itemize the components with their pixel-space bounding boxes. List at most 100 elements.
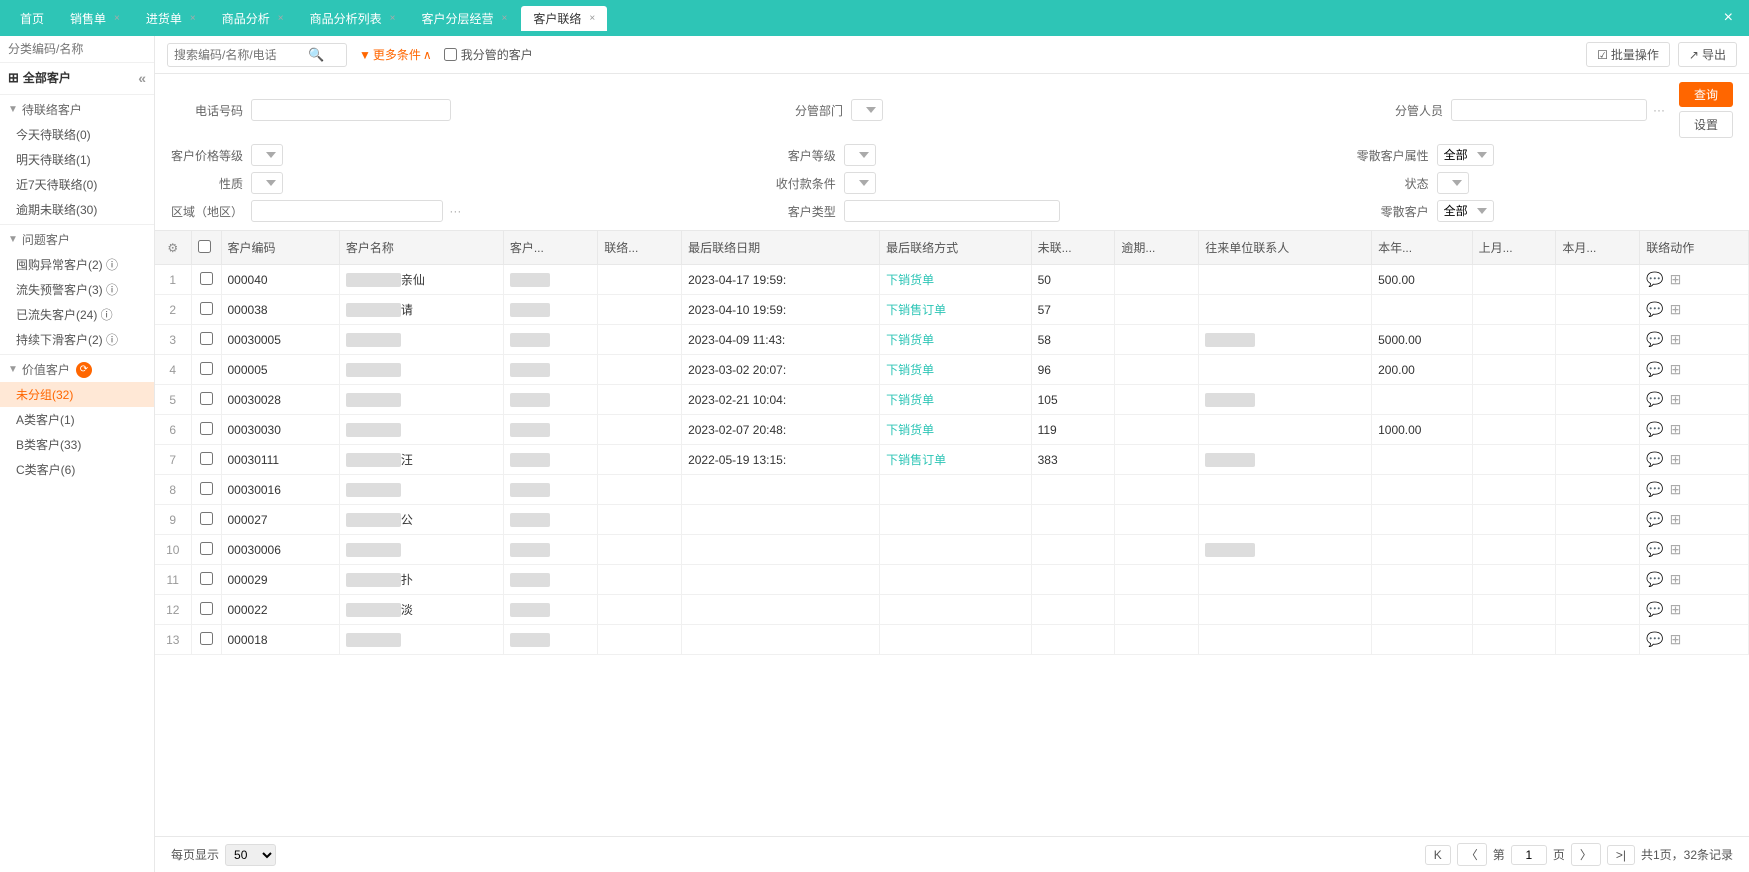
filter-region-more[interactable]: ··· [443, 204, 467, 218]
tab-home[interactable]: 首页 [8, 6, 56, 31]
filter-status-select[interactable] [1437, 172, 1469, 194]
tab-customer-tier-close[interactable]: × [501, 13, 507, 24]
sidebar-item-today[interactable]: 今天待联络(0) [0, 122, 154, 147]
action-grid-icon[interactable]: ⊞ [1670, 481, 1682, 498]
col-this-year[interactable]: 本年... [1372, 231, 1473, 265]
sidebar-item-class-a[interactable]: A类客户(1) [0, 407, 154, 432]
row-checkbox[interactable] [200, 392, 213, 405]
action-grid-icon[interactable]: ⊞ [1670, 451, 1682, 468]
filter-my-customers-checkbox[interactable] [444, 48, 457, 61]
sidebar-item-churned[interactable]: 已流失客户(24) ⓘ [0, 302, 154, 327]
row-last-way-link[interactable]: 下销货单 [886, 363, 934, 377]
col-name[interactable]: 客户名称 [339, 231, 503, 265]
row-last-way-link[interactable]: 下销售订单 [886, 453, 946, 467]
sidebar-item-churn-warn[interactable]: 流失预警客户(3) ⓘ [0, 277, 154, 302]
row-checkbox[interactable] [200, 602, 213, 615]
col-contact[interactable]: 联络... [598, 231, 682, 265]
action-chat-icon[interactable]: 💬 [1646, 421, 1663, 438]
row-checkbox[interactable] [200, 482, 213, 495]
col-gear[interactable]: ⚙ [155, 231, 191, 265]
action-grid-icon[interactable]: ⊞ [1670, 301, 1682, 318]
col-last-date[interactable]: 最后联络日期 [682, 231, 880, 265]
action-chat-icon[interactable]: 💬 [1646, 541, 1663, 558]
query-btn[interactable]: 查询 [1679, 82, 1733, 107]
sidebar-group-value[interactable]: ▼ 价值客户 ⟳ [0, 357, 154, 382]
row-checkbox[interactable] [200, 452, 213, 465]
last-page-btn[interactable]: >| [1607, 845, 1635, 865]
sidebar-search-input[interactable] [8, 42, 155, 56]
filter-customer-level-select[interactable] [844, 144, 876, 166]
sidebar-all-customers[interactable]: ⊞ 全部客户 « [0, 63, 154, 92]
tab-customer-contact[interactable]: 客户联络 × [521, 6, 607, 31]
tab-customer-contact-close[interactable]: × [589, 13, 595, 24]
col-this-month[interactable]: 本月... [1556, 231, 1640, 265]
row-checkbox[interactable] [200, 422, 213, 435]
action-chat-icon[interactable]: 💬 [1646, 301, 1663, 318]
action-chat-icon[interactable]: 💬 [1646, 511, 1663, 528]
sidebar-item-declining[interactable]: 持续下滑客户(2) ⓘ [0, 327, 154, 352]
row-last-way-link[interactable]: 下销货单 [886, 393, 934, 407]
row-last-way-link[interactable]: 下销货单 [886, 423, 934, 437]
action-chat-icon[interactable]: 💬 [1646, 481, 1663, 498]
tab-product-analysis-close[interactable]: × [278, 13, 284, 24]
sidebar-item-class-b[interactable]: B类客户(33) [0, 432, 154, 457]
sidebar-item-ungrouped[interactable]: 未分组(32) [0, 382, 154, 407]
filter-more-conditions[interactable]: ▼ 更多条件 ∧ [359, 46, 432, 63]
row-checkbox[interactable] [200, 302, 213, 315]
action-chat-icon[interactable]: 💬 [1646, 331, 1663, 348]
action-grid-icon[interactable]: ⊞ [1670, 421, 1682, 438]
sidebar-group-pending[interactable]: ▼ 待联络客户 [0, 97, 154, 122]
filter-nature-select[interactable] [251, 172, 283, 194]
sidebar-item-7days[interactable]: 近7天待联络(0) [0, 172, 154, 197]
action-chat-icon[interactable]: 💬 [1646, 271, 1663, 288]
action-grid-icon[interactable]: ⊞ [1670, 571, 1682, 588]
filter-payment-select[interactable] [844, 172, 876, 194]
filter-search-input[interactable] [174, 48, 304, 62]
row-last-way-link[interactable]: 下销货单 [886, 333, 934, 347]
tab-product-list[interactable]: 商品分析列表 × [298, 6, 408, 31]
action-grid-icon[interactable]: ⊞ [1670, 361, 1682, 378]
sidebar-item-class-c[interactable]: C类客户(6) [0, 457, 154, 482]
row-checkbox[interactable] [200, 572, 213, 585]
tab-product-analysis[interactable]: 商品分析 × [210, 6, 296, 31]
value-refresh-badge[interactable]: ⟳ [76, 362, 92, 378]
action-chat-icon[interactable]: 💬 [1646, 391, 1663, 408]
action-chat-icon[interactable]: 💬 [1646, 361, 1663, 378]
action-chat-icon[interactable]: 💬 [1646, 451, 1663, 468]
filter-search-icon[interactable]: 🔍 [308, 47, 324, 63]
action-grid-icon[interactable]: ⊞ [1670, 511, 1682, 528]
filter-phone-input[interactable] [251, 99, 451, 121]
row-checkbox[interactable] [200, 542, 213, 555]
tab-customer-tier[interactable]: 客户分层经营 × [409, 6, 519, 31]
col-partner[interactable]: 往来单位联系人 [1199, 231, 1372, 265]
filter-dept-select[interactable] [851, 99, 883, 121]
sidebar-item-tomorrow[interactable]: 明天待联络(1) [0, 147, 154, 172]
row-checkbox[interactable] [200, 632, 213, 645]
sidebar-group-problem[interactable]: ▼ 问题客户 [0, 227, 154, 252]
filter-manager-input[interactable] [1451, 99, 1647, 121]
row-last-way-link[interactable]: 下销售订单 [886, 303, 946, 317]
select-all-checkbox[interactable] [198, 240, 211, 253]
action-chat-icon[interactable]: 💬 [1646, 631, 1663, 648]
prev-page-btn[interactable]: 〈 [1457, 843, 1487, 866]
filter-region-input[interactable] [251, 200, 443, 222]
action-grid-icon[interactable]: ⊞ [1670, 331, 1682, 348]
col-last-way[interactable]: 最后联络方式 [880, 231, 1032, 265]
first-page-btn[interactable]: K [1425, 845, 1451, 865]
tab-purchase-close[interactable]: × [190, 13, 196, 24]
export-btn[interactable]: ↗ 导出 [1678, 42, 1737, 67]
window-close-btn[interactable]: × [1716, 9, 1741, 27]
action-grid-icon[interactable]: ⊞ [1670, 631, 1682, 648]
reset-btn[interactable]: 设置 [1679, 111, 1733, 138]
row-checkbox[interactable] [200, 362, 213, 375]
batch-operation-btn[interactable]: ☑ 批量操作 [1586, 42, 1670, 67]
col-last-month[interactable]: 上月... [1472, 231, 1556, 265]
row-checkbox[interactable] [200, 512, 213, 525]
page-number-input[interactable] [1511, 845, 1547, 865]
col-not-contact[interactable]: 未联... [1031, 231, 1115, 265]
row-checkbox[interactable] [200, 272, 213, 285]
tab-sales-close[interactable]: × [114, 13, 120, 24]
filter-customer-type-input[interactable] [844, 200, 1060, 222]
filter-scatter-customer-select[interactable]: 全部 [1437, 200, 1494, 222]
sidebar-item-overdue[interactable]: 逾期未联络(30) [0, 197, 154, 222]
